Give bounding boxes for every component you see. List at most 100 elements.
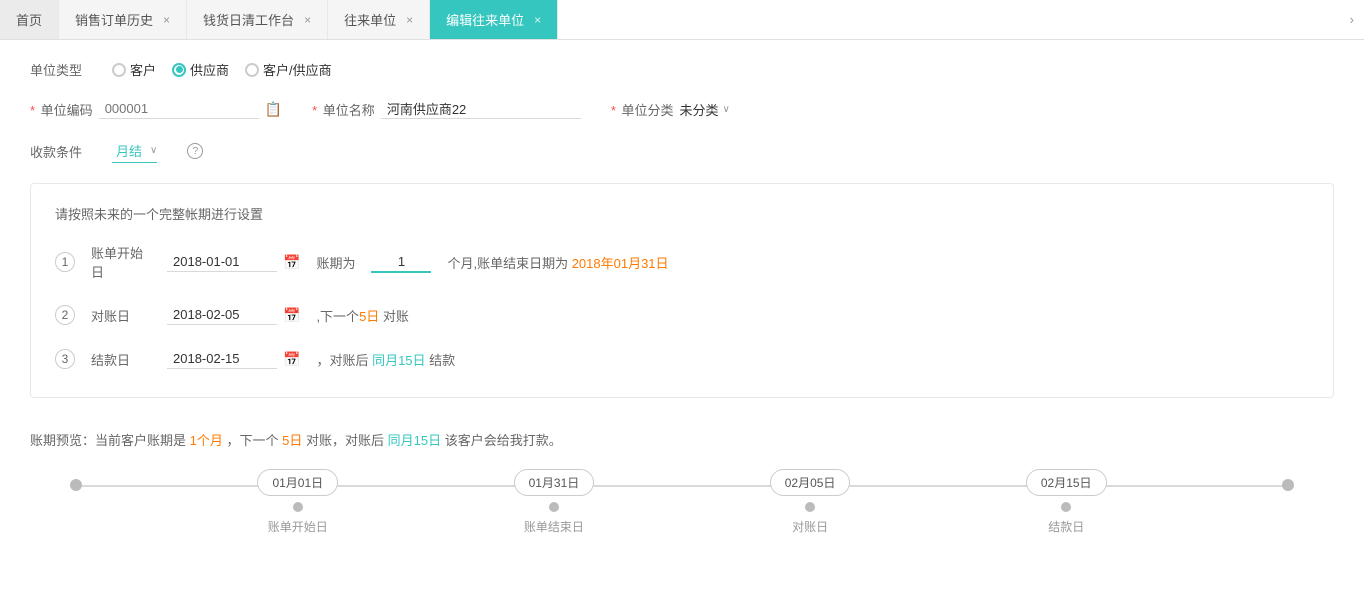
payment-terms-select[interactable]: 月结 ∨ bbox=[112, 139, 157, 163]
radio-supplier-label: 供应商 bbox=[190, 60, 229, 79]
period-date-input-2[interactable] bbox=[167, 305, 277, 325]
period-desc-1: 账期为 bbox=[316, 253, 355, 272]
timeline-badge-4: 02月15日 bbox=[1026, 469, 1107, 496]
unit-classify-value: 未分类 bbox=[680, 100, 719, 119]
period-reconcile-day-highlight: 5日 bbox=[359, 309, 379, 324]
timeline-label-2: 账单结束日 bbox=[524, 518, 584, 535]
preview-section: 账期预览：当前客户账期是 1个月 ，下一个 5日 对账，对账后 同月15日 该客… bbox=[30, 418, 1334, 535]
period-end-date-highlight: 2018年01月31日 bbox=[572, 256, 669, 271]
unit-name-required-star: * bbox=[312, 103, 317, 118]
tab-cash-work-label: 钱货日清工作台 bbox=[203, 10, 294, 29]
timeline-node-3: 02月05日 对账日 bbox=[770, 469, 851, 535]
timeline-badge-2: 01月31日 bbox=[514, 469, 595, 496]
payment-terms-chevron-icon: ∨ bbox=[150, 145, 157, 156]
period-index-1: 1 bbox=[55, 252, 75, 272]
tab-edit-partner[interactable]: 编辑往来单位 × bbox=[430, 0, 558, 39]
tab-home[interactable]: 首页 bbox=[0, 0, 59, 39]
radio-customer-supplier-label: 客户/供应商 bbox=[263, 60, 332, 79]
unit-code-input[interactable] bbox=[99, 99, 259, 119]
period-field-label-1: 账单开始日 bbox=[91, 243, 151, 281]
radio-supplier[interactable]: 供应商 bbox=[172, 60, 229, 79]
period-row-1: 1 账单开始日 📅 账期为 个月,账单结束日期为 2018年01月31日 bbox=[55, 243, 1309, 281]
tab-edit-partner-close[interactable]: × bbox=[534, 13, 541, 27]
tab-partners[interactable]: 往来单位 × bbox=[328, 0, 430, 39]
timeline-node-2: 01月31日 账单结束日 bbox=[514, 469, 595, 535]
radio-customer-label: 客户 bbox=[130, 60, 156, 79]
radio-supplier-circle bbox=[172, 63, 186, 77]
preview-reconcile-day: 5日 bbox=[282, 433, 302, 448]
unit-name-input[interactable] bbox=[381, 99, 581, 119]
tab-sales-order-close[interactable]: × bbox=[163, 13, 170, 27]
payment-terms-row: 收款条件 月结 ∨ ? bbox=[30, 139, 1334, 163]
unit-classify-label: * 单位分类 bbox=[611, 100, 674, 119]
unit-code-label: * 单位编码 bbox=[30, 100, 93, 119]
timeline-node-1: 01月01日 账单开始日 bbox=[257, 469, 338, 535]
timeline-label-3: 对账日 bbox=[792, 518, 828, 535]
unit-classify-select[interactable]: 未分类 ∨ bbox=[680, 100, 730, 119]
timeline-label-1: 账单开始日 bbox=[268, 518, 328, 535]
preview-mid1: ，下一个 bbox=[227, 433, 279, 448]
unit-name-group: * 单位名称 bbox=[312, 99, 581, 119]
unit-code-required-star: * bbox=[30, 103, 35, 118]
tab-home-label: 首页 bbox=[16, 10, 42, 29]
unit-type-row: 单位类型 客户 供应商 客户/供应商 bbox=[30, 60, 1334, 79]
period-index-2: 2 bbox=[55, 305, 75, 325]
radio-customer-supplier-circle bbox=[245, 63, 259, 77]
tab-partners-close[interactable]: × bbox=[406, 13, 413, 27]
period-calendar-icon-3[interactable]: 📅 bbox=[283, 351, 300, 368]
timeline-badge-1: 01月01日 bbox=[257, 469, 338, 496]
period-date-input-3[interactable] bbox=[167, 349, 277, 369]
payment-terms-label: 收款条件 bbox=[30, 142, 82, 161]
unit-classify-group: * 单位分类 未分类 ∨ bbox=[611, 100, 730, 119]
timeline-container: 01月01日 账单开始日 01月31日 账单结束日 02月05日 对账日 bbox=[30, 469, 1334, 535]
unit-info-row: * 单位编码 📋 * 单位名称 * 单位分类 未分类 ∨ bbox=[30, 99, 1334, 119]
period-date-group-1: 📅 bbox=[167, 252, 300, 272]
period-calendar-icon-2[interactable]: 📅 bbox=[283, 307, 300, 324]
period-calendar-icon-1[interactable]: 📅 bbox=[283, 254, 300, 271]
period-row-3: 3 结款日 📅 ，对账后 同月15日 结款 bbox=[55, 349, 1309, 369]
tab-edit-partner-label: 编辑往来单位 bbox=[446, 10, 524, 29]
period-date-group-2: 📅 bbox=[167, 305, 300, 325]
preview-suffix: 该客户会给我打款。 bbox=[445, 433, 562, 448]
tab-partners-label: 往来单位 bbox=[344, 10, 396, 29]
period-desc-1b: 个月,账单结束日期为 2018年01月31日 bbox=[447, 253, 668, 272]
timeline-left-end bbox=[70, 469, 82, 491]
timeline-dot-2 bbox=[549, 502, 559, 512]
radio-customer-circle bbox=[112, 63, 126, 77]
unit-code-calendar-icon[interactable]: 📋 bbox=[265, 101, 282, 118]
unit-name-label: * 单位名称 bbox=[312, 100, 375, 119]
period-field-label-2: 对账日 bbox=[91, 306, 151, 325]
tab-nav-right-button[interactable]: › bbox=[1340, 0, 1364, 39]
preview-prefix: 账期预览：当前客户账期是 bbox=[30, 433, 186, 448]
tab-cash-work[interactable]: 钱货日清工作台 × bbox=[187, 0, 328, 39]
period-desc-3: ，对账后 同月15日 结款 bbox=[316, 350, 455, 369]
tab-sales-order-label: 销售订单历史 bbox=[75, 10, 153, 29]
payment-terms-help-icon[interactable]: ? bbox=[187, 143, 203, 159]
period-payment-day-highlight: 同月15日 bbox=[372, 353, 425, 368]
timeline-dot-4 bbox=[1061, 502, 1071, 512]
preview-text: 账期预览：当前客户账期是 1个月 ，下一个 5日 对账，对账后 同月15日 该客… bbox=[30, 430, 1334, 449]
timeline-left-dot bbox=[70, 479, 82, 491]
preview-payment-day: 同月15日 bbox=[388, 433, 441, 448]
timeline-right-end bbox=[1282, 469, 1294, 491]
timeline-right-dot bbox=[1282, 479, 1294, 491]
payment-terms-value: 月结 bbox=[112, 139, 146, 162]
radio-customer-supplier[interactable]: 客户/供应商 bbox=[245, 60, 332, 79]
timeline-dot-3 bbox=[805, 502, 815, 512]
chevron-right-icon: › bbox=[1350, 12, 1354, 27]
timeline-label-4: 结款日 bbox=[1048, 518, 1084, 535]
preview-mid2: 对账，对账后 bbox=[306, 433, 384, 448]
radio-customer[interactable]: 客户 bbox=[112, 60, 156, 79]
preview-months: 1个月 bbox=[190, 433, 223, 448]
tab-cash-work-close[interactable]: × bbox=[304, 13, 311, 27]
unit-classify-required-star: * bbox=[611, 103, 616, 118]
period-desc-2: ,下一个5日 对账 bbox=[316, 306, 408, 325]
tab-bar: 首页 销售订单历史 × 钱货日清工作台 × 往来单位 × 编辑往来单位 × › bbox=[0, 0, 1364, 40]
timeline-dot-1 bbox=[293, 502, 303, 512]
period-months-input[interactable] bbox=[371, 252, 431, 273]
timeline-nodes: 01月01日 账单开始日 01月31日 账单结束日 02月05日 对账日 bbox=[70, 469, 1294, 535]
tab-sales-order[interactable]: 销售订单历史 × bbox=[59, 0, 187, 39]
period-date-input-1[interactable] bbox=[167, 252, 277, 272]
classify-chevron-icon: ∨ bbox=[723, 104, 730, 115]
period-field-label-3: 结款日 bbox=[91, 350, 151, 369]
